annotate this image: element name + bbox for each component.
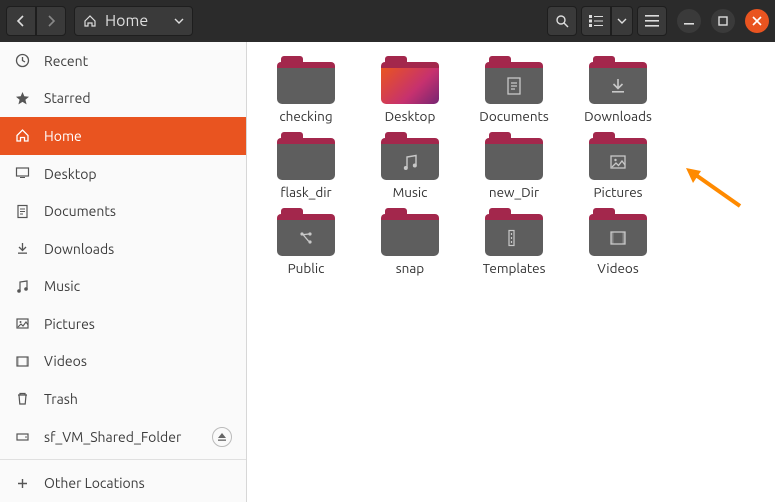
templates-icon	[504, 228, 524, 248]
header-bar: Home	[0, 0, 775, 42]
trash-icon	[14, 391, 30, 407]
sidebar-item-label: Pictures	[44, 316, 95, 332]
sidebar-item-home[interactable]: Home	[0, 117, 246, 155]
folder-item[interactable]: Pictures	[571, 132, 665, 200]
sidebar-item-label: sf_VM_Shared_Folder	[44, 429, 181, 445]
downloads-icon	[14, 241, 30, 257]
sidebar-item-music[interactable]: Music	[0, 267, 246, 305]
sidebar-item-desktop[interactable]: Desktop	[0, 155, 246, 193]
sidebar-item-label: Videos	[44, 353, 87, 369]
folder-item[interactable]: Public	[259, 208, 353, 276]
desktop-icon	[14, 166, 30, 182]
folder-item[interactable]: Downloads	[571, 56, 665, 124]
plus-icon	[14, 475, 30, 491]
eject-button[interactable]	[212, 427, 232, 447]
forward-button[interactable]	[36, 6, 66, 36]
sidebar-item-label: Starred	[44, 90, 91, 106]
view-options-button[interactable]	[611, 6, 633, 36]
folder-item[interactable]: Documents	[467, 56, 561, 124]
public-icon	[296, 228, 316, 248]
sidebar-item-label: Downloads	[44, 241, 114, 257]
folder-label: Pictures	[593, 184, 642, 200]
folder-label: flask_dir	[280, 184, 331, 200]
folder-label: Documents	[479, 108, 548, 124]
downloads-icon	[608, 76, 628, 96]
videos-icon	[14, 353, 30, 369]
sidebar-item-pictures[interactable]: Pictures	[0, 305, 246, 343]
list-icon	[589, 15, 603, 27]
sidebar-item-downloads[interactable]: Downloads	[0, 230, 246, 268]
folder-label: Templates	[483, 260, 546, 276]
videos-icon	[608, 228, 628, 248]
path-bar[interactable]: Home	[74, 6, 193, 36]
pictures-icon	[608, 152, 628, 172]
sidebar-item-documents[interactable]: Documents	[0, 192, 246, 230]
folder-item[interactable]: snap	[363, 208, 457, 276]
home-icon	[83, 14, 97, 28]
documents-icon	[504, 76, 524, 96]
home-icon	[14, 128, 30, 144]
hamburger-button[interactable]	[637, 6, 667, 36]
folder-item[interactable]: flask_dir	[259, 132, 353, 200]
sidebar-item-label: Other Locations	[44, 475, 145, 491]
sidebar: Recent Starred Home Desktop Documents Do…	[0, 42, 247, 502]
folder-label: Desktop	[385, 108, 436, 124]
window-maximize-button[interactable]	[711, 9, 735, 33]
search-button[interactable]	[547, 6, 577, 36]
folder-label: snap	[396, 260, 424, 276]
sidebar-item-label: Documents	[44, 203, 116, 219]
folder-item[interactable]: checking	[259, 56, 353, 124]
music-icon	[400, 152, 420, 172]
folder-item[interactable]: Music	[363, 132, 457, 200]
folder-item[interactable]: new_Dir	[467, 132, 561, 200]
minimize-icon	[684, 16, 694, 26]
content-area[interactable]: checking Desktop Documents Downloads	[247, 42, 775, 502]
caret-down-icon	[617, 18, 627, 24]
sidebar-item-videos[interactable]: Videos	[0, 343, 246, 381]
folder-label: Downloads	[584, 108, 652, 124]
view-group	[581, 6, 633, 36]
sidebar-item-label: Recent	[44, 53, 88, 69]
sidebar-item-label: Desktop	[44, 166, 97, 182]
window-close-button[interactable]	[745, 9, 769, 33]
hamburger-icon	[645, 15, 659, 27]
sidebar-item-label: Home	[44, 128, 82, 144]
documents-icon	[14, 203, 30, 219]
folder-label: checking	[279, 108, 332, 124]
view-list-button[interactable]	[581, 6, 611, 36]
pictures-icon	[14, 316, 30, 332]
clock-icon	[14, 53, 30, 69]
folder-item[interactable]: Desktop	[363, 56, 457, 124]
icon-grid: checking Desktop Documents Downloads	[259, 56, 763, 276]
folder-label: new_Dir	[489, 184, 539, 200]
sidebar-item-other-locations[interactable]: Other Locations	[0, 464, 246, 502]
folder-item[interactable]: Templates	[467, 208, 561, 276]
path-label: Home	[105, 12, 148, 30]
sidebar-item-starred[interactable]: Starred	[0, 80, 246, 118]
window-minimize-button[interactable]	[677, 9, 701, 33]
nav-group	[6, 6, 66, 36]
sidebar-separator	[0, 459, 246, 460]
sidebar-item-label: Trash	[44, 391, 78, 407]
folder-label: Public	[288, 260, 325, 276]
chevron-left-icon	[16, 15, 26, 27]
music-icon	[14, 278, 30, 294]
drive-icon	[14, 429, 30, 445]
eject-icon	[217, 432, 227, 442]
maximize-icon	[718, 16, 728, 26]
back-button[interactable]	[6, 6, 36, 36]
folder-label: Music	[393, 184, 428, 200]
sidebar-item-shared-drive[interactable]: sf_VM_Shared_Folder	[0, 418, 246, 456]
star-icon	[14, 90, 30, 106]
folder-label: Videos	[597, 260, 638, 276]
sidebar-item-trash[interactable]: Trash	[0, 380, 246, 418]
sidebar-item-recent[interactable]: Recent	[0, 42, 246, 80]
chevron-right-icon	[46, 15, 56, 27]
close-icon	[752, 16, 762, 26]
folder-item[interactable]: Videos	[571, 208, 665, 276]
caret-down-icon	[174, 18, 184, 24]
search-icon	[555, 14, 569, 28]
sidebar-item-label: Music	[44, 278, 80, 294]
